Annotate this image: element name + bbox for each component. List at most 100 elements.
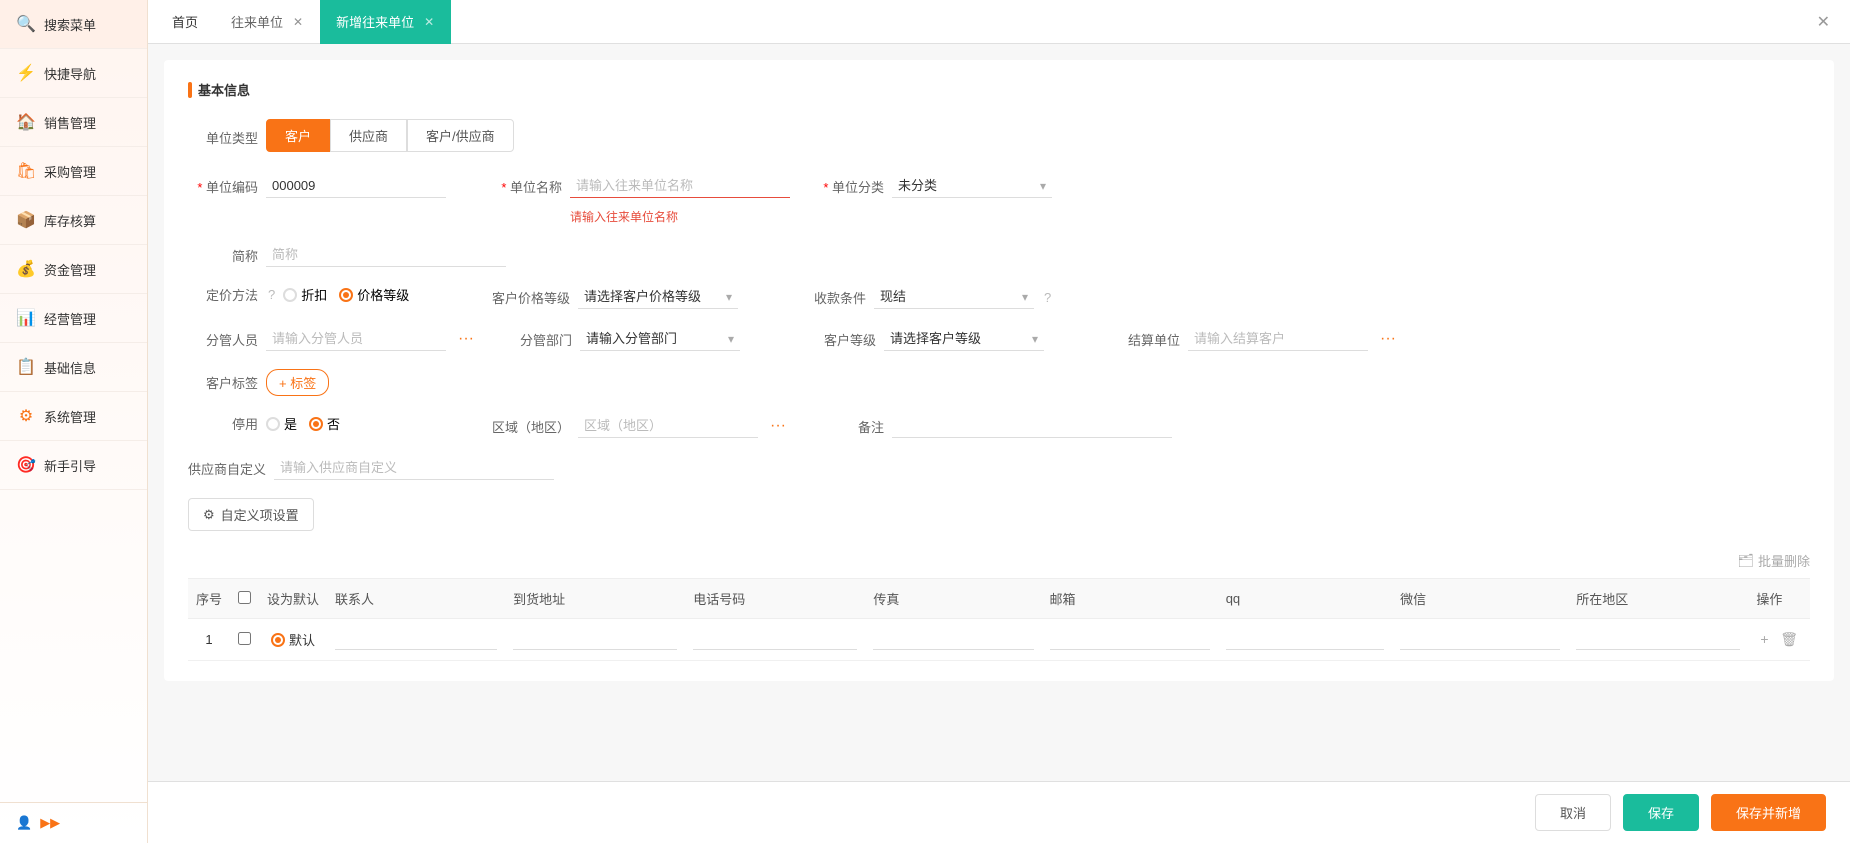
basic-info-card: 基本信息 单位类型 客户 供应商 客户/供应商 单位编码 bbox=[164, 60, 1834, 681]
settlement-input[interactable] bbox=[1188, 327, 1368, 351]
sidebar-item-inventory[interactable]: 📦 库存核算 bbox=[0, 196, 147, 245]
department-select[interactable]: 请输入分管部门 bbox=[580, 327, 740, 351]
sidebar-item-sales[interactable]: 🏠 销售管理 bbox=[0, 98, 147, 147]
radio-price-level[interactable]: 价格等级 bbox=[339, 285, 409, 304]
radio-discount[interactable]: 折扣 bbox=[283, 285, 327, 304]
select-all-checkbox[interactable] bbox=[238, 591, 251, 604]
sidebar-item-purchase[interactable]: 🛍 采购管理 bbox=[0, 147, 147, 196]
col-action: 操作 bbox=[1748, 579, 1810, 619]
col-address: 到货地址 bbox=[505, 579, 685, 619]
tab-new-partner-label: 新增往来单位 bbox=[336, 12, 414, 31]
region-label: 区域（地区） bbox=[492, 417, 570, 436]
row-action: + 🗑 bbox=[1748, 619, 1810, 661]
unit-type-btn-supplier[interactable]: 供应商 bbox=[330, 119, 407, 152]
row-email bbox=[1042, 619, 1218, 661]
unit-type-btn-customer[interactable]: 客户 bbox=[266, 119, 330, 152]
sidebar-item-system[interactable]: ⚙ 系统管理 bbox=[0, 392, 147, 441]
tab-partners[interactable]: 往来单位 ✕ bbox=[215, 0, 320, 44]
row-address bbox=[505, 619, 685, 661]
supplier-custom-input[interactable] bbox=[274, 456, 554, 480]
tab-home[interactable]: 首页 bbox=[156, 0, 215, 44]
sidebar-item-label: 系统管理 bbox=[44, 407, 96, 426]
row-fax-input[interactable] bbox=[873, 630, 1033, 650]
sidebar-item-operations[interactable]: 📊 经营管理 bbox=[0, 294, 147, 343]
radio-yes[interactable]: 是 bbox=[266, 414, 297, 433]
customer-level-select[interactable]: 请选择客户等级 bbox=[884, 327, 1044, 351]
base-icon: 📋 bbox=[16, 357, 36, 377]
manager-dots-btn[interactable]: ··· bbox=[454, 330, 478, 348]
customer-price-select[interactable]: 请选择客户价格等级 bbox=[578, 285, 738, 309]
row-contact-input[interactable] bbox=[335, 630, 497, 650]
row-region-input[interactable] bbox=[1576, 630, 1740, 650]
main-area: 首页 往来单位 ✕ 新增往来单位 ✕ ✕ 基本信息 单位类型 客户 bbox=[148, 0, 1850, 843]
contact-table: 序号 设为默认 联系人 到货地址 电话号码 传真 邮箱 qq 微信 所在地区 操… bbox=[188, 578, 1810, 661]
region-field: 区域（地区） ··· bbox=[492, 414, 790, 438]
sidebar: 🔍 搜索菜单 ⚡ 快捷导航 🏠 销售管理 🛍 采购管理 📦 库存核算 💰 资金管… bbox=[0, 0, 148, 843]
row-add-btn[interactable]: + bbox=[1756, 629, 1772, 649]
settlement-dots-btn[interactable]: ··· bbox=[1376, 330, 1400, 348]
guide-icon: 🎯 bbox=[16, 455, 36, 475]
tab-partners-close[interactable]: ✕ bbox=[293, 15, 303, 29]
save-button[interactable]: 保存 bbox=[1623, 794, 1699, 831]
settlement-label: 结算单位 bbox=[1110, 330, 1180, 349]
remark-input[interactable] bbox=[892, 414, 1172, 438]
batch-delete-label[interactable]: 批量删除 bbox=[1758, 551, 1810, 570]
sidebar-item-label: 新手引导 bbox=[44, 456, 96, 475]
unit-type-btn-both[interactable]: 客户/供应商 bbox=[407, 119, 514, 152]
col-default: 设为默认 bbox=[259, 579, 327, 619]
unit-name-input[interactable] bbox=[570, 174, 790, 198]
row-delete-btn[interactable]: 🗑 bbox=[1776, 629, 1802, 650]
payment-help-icon[interactable]: ? bbox=[1044, 290, 1051, 305]
row-address-input[interactable] bbox=[513, 630, 677, 650]
radio-no[interactable]: 否 bbox=[309, 414, 340, 433]
tab-new-partner[interactable]: 新增往来单位 ✕ bbox=[320, 0, 451, 44]
row-checkbox-input[interactable] bbox=[238, 632, 251, 645]
row-default-radio[interactable]: 默认 bbox=[267, 630, 319, 649]
sidebar-item-quicknav[interactable]: ⚡ 快捷导航 bbox=[0, 49, 147, 98]
unit-code-field: 单位编码 bbox=[188, 174, 468, 198]
custom-settings-label: 自定义项设置 bbox=[221, 505, 299, 524]
sidebar-item-guide[interactable]: 🎯 新手引导 bbox=[0, 441, 147, 490]
content-area: 基本信息 单位类型 客户 供应商 客户/供应商 单位编码 bbox=[148, 44, 1850, 781]
cancel-button[interactable]: 取消 bbox=[1535, 794, 1611, 831]
region-dots-btn[interactable]: ··· bbox=[766, 417, 790, 435]
unit-category-select[interactable]: 未分类 bbox=[892, 174, 1052, 198]
col-qq: qq bbox=[1218, 579, 1392, 619]
unit-name-error: 请输入往来单位名称 bbox=[570, 208, 678, 225]
radio-price-level-label: 价格等级 bbox=[357, 285, 409, 304]
region-input[interactable] bbox=[578, 414, 758, 438]
tags-field: 客户标签 + 标签 bbox=[188, 369, 468, 396]
remark-label: 备注 bbox=[814, 417, 884, 436]
pricing-help-icon[interactable]: ? bbox=[268, 287, 275, 302]
payment-terms-select[interactable]: 现结 bbox=[874, 285, 1034, 309]
inventory-icon: 📦 bbox=[16, 210, 36, 230]
row-phone-input[interactable] bbox=[693, 630, 857, 650]
unit-category-select-wrapper: 未分类 bbox=[892, 174, 1052, 198]
section-title-text: 基本信息 bbox=[198, 80, 250, 99]
sidebar-item-finance[interactable]: 💰 资金管理 bbox=[0, 245, 147, 294]
customer-level-select-wrapper: 请选择客户等级 bbox=[884, 327, 1044, 351]
add-tag-button[interactable]: + 标签 bbox=[266, 369, 329, 396]
custom-settings-button[interactable]: ⚙ 自定义项设置 bbox=[188, 498, 314, 531]
row-email-input[interactable] bbox=[1050, 630, 1210, 650]
abbr-input[interactable] bbox=[266, 243, 506, 267]
row-wechat-input[interactable] bbox=[1400, 630, 1560, 650]
row-qq-input[interactable] bbox=[1226, 630, 1384, 650]
unit-code-input[interactable] bbox=[266, 174, 446, 198]
tab-new-partner-close[interactable]: ✕ bbox=[424, 15, 434, 29]
save-new-button[interactable]: 保存并新增 bbox=[1711, 794, 1826, 831]
add-tag-label: + 标签 bbox=[279, 373, 316, 392]
sidebar-item-search[interactable]: 🔍 搜索菜单 bbox=[0, 0, 147, 49]
system-icon: ⚙ bbox=[16, 406, 36, 426]
unit-type-row: 单位类型 客户 供应商 客户/供应商 bbox=[188, 119, 1810, 156]
manager-input[interactable] bbox=[266, 327, 446, 351]
department-label: 分管部门 bbox=[502, 330, 572, 349]
col-email: 邮箱 bbox=[1042, 579, 1218, 619]
tab-close-all-button[interactable]: ✕ bbox=[1805, 12, 1842, 32]
sales-icon: 🏠 bbox=[16, 112, 36, 132]
finance-icon: 💰 bbox=[16, 259, 36, 279]
row-contact bbox=[327, 619, 505, 661]
tab-partners-label: 往来单位 bbox=[231, 12, 283, 31]
search-icon: 🔍 bbox=[16, 14, 36, 34]
sidebar-item-base[interactable]: 📋 基础信息 bbox=[0, 343, 147, 392]
